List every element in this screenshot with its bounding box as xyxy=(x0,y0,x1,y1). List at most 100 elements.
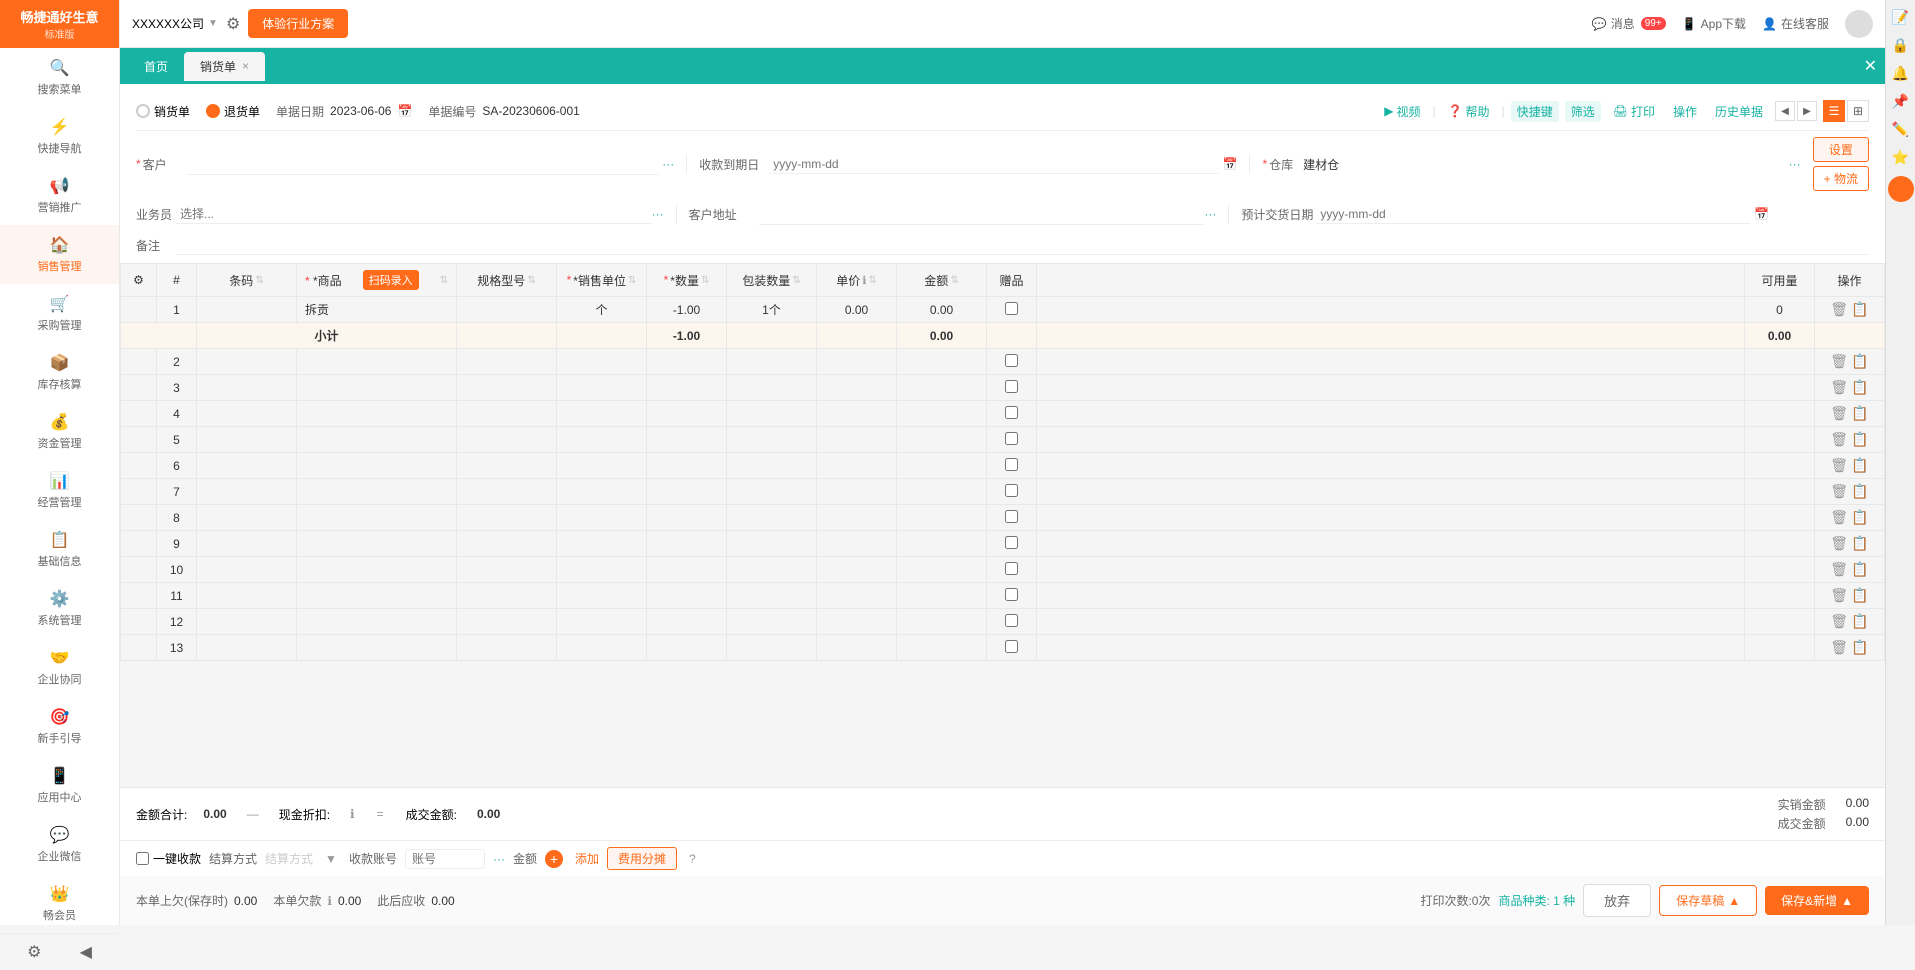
customer-addr-input[interactable] xyxy=(759,203,1205,225)
row-delete-btn[interactable]: 🗑 xyxy=(1830,353,1848,370)
sidebar-item-wechat[interactable]: 💬 企业微信 xyxy=(0,815,119,874)
row-price[interactable] xyxy=(817,583,897,609)
row-amount[interactable] xyxy=(897,583,987,609)
print-btn[interactable]: 🖨 打印 xyxy=(1607,101,1661,122)
logistics-panel-btn[interactable]: + 物流 xyxy=(1813,166,1869,191)
row-product[interactable] xyxy=(297,505,457,531)
pager-next[interactable]: ▶ xyxy=(1797,101,1817,121)
row-product[interactable] xyxy=(297,401,457,427)
row-copy-btn[interactable]: 📋 xyxy=(1851,587,1868,604)
row-qty[interactable] xyxy=(647,505,727,531)
row-qty[interactable] xyxy=(647,479,727,505)
online-service-item[interactable]: 👤 在线客服 xyxy=(1762,15,1829,32)
row-gift[interactable] xyxy=(987,297,1037,323)
sidebar-collapse-icon[interactable]: ◀ xyxy=(80,942,92,962)
row-product[interactable] xyxy=(297,557,457,583)
table-settings-icon[interactable]: ⚙ xyxy=(133,273,144,287)
row-unit[interactable] xyxy=(557,453,647,479)
row-spec[interactable] xyxy=(457,349,557,375)
row-pkg-qty[interactable] xyxy=(727,479,817,505)
row-delete-btn[interactable]: 🗑 xyxy=(1830,483,1848,500)
row-amount[interactable] xyxy=(897,401,987,427)
gift-checkbox[interactable] xyxy=(1005,510,1018,523)
sidebar-item-quick-nav[interactable]: ⚡ 快捷导航 xyxy=(0,107,119,166)
warehouse-value[interactable]: 建材仓 xyxy=(1299,154,1789,175)
row-spec[interactable] xyxy=(457,505,557,531)
sidebar-item-inventory[interactable]: 📦 库存核算 xyxy=(0,343,119,402)
row-amount[interactable] xyxy=(897,479,987,505)
row-unit[interactable] xyxy=(557,557,647,583)
row-unit[interactable] xyxy=(557,531,647,557)
radio-sale[interactable]: 销货单 xyxy=(136,103,190,120)
row-amount[interactable] xyxy=(897,531,987,557)
row-qty[interactable] xyxy=(647,349,727,375)
row-delete-btn[interactable]: 🗑 xyxy=(1830,613,1848,630)
row-note[interactable] xyxy=(1037,427,1745,453)
row-pkg-qty[interactable] xyxy=(727,375,817,401)
row-spec[interactable] xyxy=(457,297,557,323)
row-spec[interactable] xyxy=(457,531,557,557)
row-spec[interactable] xyxy=(457,583,557,609)
row-pkg-qty[interactable] xyxy=(727,453,817,479)
company-selector[interactable]: XXXXXX公司 ▼ xyxy=(132,15,218,32)
row-unit[interactable] xyxy=(557,375,647,401)
sidebar-item-operation[interactable]: 📊 经营管理 xyxy=(0,461,119,520)
sidebar-item-sales[interactable]: 🏠 销售管理 xyxy=(0,225,119,284)
row-spec[interactable] xyxy=(457,375,557,401)
expected-date-input[interactable] xyxy=(1316,205,1750,224)
row-copy-btn[interactable]: 📋 xyxy=(1851,483,1868,500)
gift-checkbox[interactable] xyxy=(1005,588,1018,601)
sidebar-item-marketing[interactable]: 📢 营销推广 xyxy=(0,166,119,225)
due-date-calendar-icon[interactable]: 📅 xyxy=(1222,157,1237,171)
row-product[interactable]: 拆贡 xyxy=(297,297,457,323)
row-delete-btn[interactable]: 🗑 xyxy=(1830,587,1848,604)
row-qty[interactable] xyxy=(647,531,727,557)
pager-prev[interactable]: ◀ xyxy=(1775,101,1795,121)
row-gift[interactable] xyxy=(987,375,1037,401)
row-gift[interactable] xyxy=(987,479,1037,505)
discard-btn[interactable]: 放弃 xyxy=(1583,884,1651,917)
row-amount[interactable] xyxy=(897,375,987,401)
tool-orange-btn[interactable] xyxy=(1888,176,1914,202)
row-price[interactable] xyxy=(817,609,897,635)
row-product[interactable] xyxy=(297,375,457,401)
row-note[interactable] xyxy=(1037,453,1745,479)
row-barcode[interactable] xyxy=(197,453,297,479)
row-note[interactable] xyxy=(1037,609,1745,635)
filter-btn[interactable]: 筛选 xyxy=(1565,101,1601,122)
row-qty[interactable] xyxy=(647,401,727,427)
row-gift[interactable] xyxy=(987,401,1037,427)
row-gift[interactable] xyxy=(987,557,1037,583)
row-barcode[interactable] xyxy=(197,531,297,557)
row-delete-btn[interactable]: 🗑 xyxy=(1830,405,1848,422)
row-note[interactable] xyxy=(1037,505,1745,531)
row-spec[interactable] xyxy=(457,401,557,427)
app-download-item[interactable]: 📱 App下载 xyxy=(1682,15,1746,32)
user-avatar[interactable] xyxy=(1845,10,1873,38)
add-payment-btn[interactable]: + xyxy=(545,850,563,868)
row-unit[interactable] xyxy=(557,609,647,635)
tab-close-icon[interactable]: × xyxy=(242,59,249,73)
row-pkg-qty[interactable] xyxy=(727,557,817,583)
warehouse-ellipsis[interactable]: ··· xyxy=(1789,157,1801,171)
row-spec[interactable] xyxy=(457,427,557,453)
add-payment-label[interactable]: 添加 xyxy=(575,850,599,867)
row-price[interactable] xyxy=(817,531,897,557)
row-price[interactable] xyxy=(817,557,897,583)
row-pkg-qty[interactable] xyxy=(727,427,817,453)
view-list-btn[interactable]: ☰ xyxy=(1823,100,1845,122)
row-copy-btn[interactable]: 📋 xyxy=(1851,613,1868,630)
tool-bell-btn[interactable]: 🔔 xyxy=(1888,60,1914,86)
scan-button[interactable]: 扫码录入 xyxy=(363,270,419,290)
account-input[interactable] xyxy=(405,849,485,869)
row-barcode[interactable] xyxy=(197,297,297,323)
row-copy-btn[interactable]: 📋 xyxy=(1851,509,1868,526)
row-barcode[interactable] xyxy=(197,427,297,453)
settings-panel-btn[interactable]: 设置 xyxy=(1813,137,1869,162)
row-price[interactable] xyxy=(817,401,897,427)
row-product[interactable] xyxy=(297,453,457,479)
row-barcode[interactable] xyxy=(197,479,297,505)
operation-btn[interactable]: 操作 xyxy=(1667,101,1703,122)
row-copy-btn[interactable]: 📋 xyxy=(1851,431,1868,448)
gift-checkbox[interactable] xyxy=(1005,640,1018,653)
